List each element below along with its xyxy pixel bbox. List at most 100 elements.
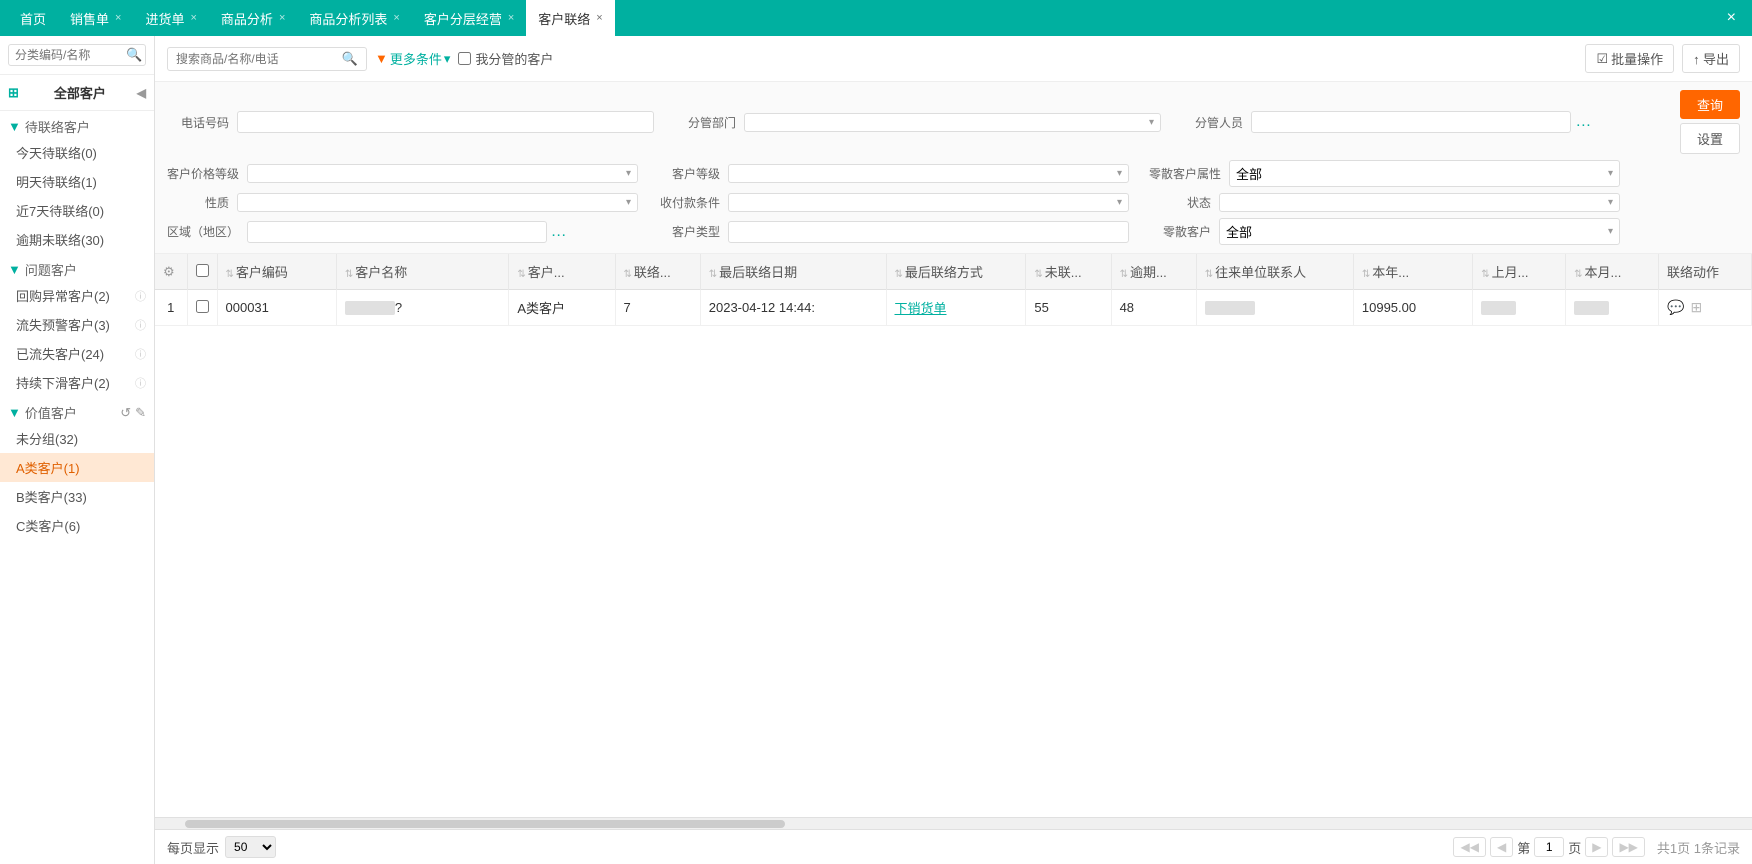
sidebar-collapse-icon[interactable]: ◀ [137, 86, 146, 100]
nav-tab-product-list-close[interactable]: × [393, 12, 399, 24]
nav-tab-sales[interactable]: 销售单 × [58, 0, 133, 36]
batch-operation-btn[interactable]: ☑ 批量操作 [1585, 44, 1674, 73]
table-gear-icon[interactable]: ⚙ [163, 264, 175, 279]
next-page-btn[interactable]: ▶ [1585, 837, 1608, 857]
nav-tab-product-list[interactable]: 商品分析列表 × [297, 0, 411, 36]
customer-type-input[interactable] [728, 221, 1129, 243]
sidebar-item-overdue[interactable]: 逾期未联络(30) [0, 225, 154, 254]
nav-tab-purchase[interactable]: 进货单 × [133, 0, 208, 36]
col-contact-count[interactable]: ⇅联络... [615, 254, 700, 290]
col-name[interactable]: ⇅客户名称 [336, 254, 508, 290]
nav-tab-customer-tier[interactable]: 客户分层经营 × [412, 0, 526, 36]
row-code: 000031 [217, 290, 336, 326]
sidebar-item-7days[interactable]: 近7天待联络(0) [0, 196, 154, 225]
status-select[interactable]: ▾ [1219, 193, 1620, 212]
row-checkbox[interactable] [196, 300, 209, 313]
nav-home[interactable]: 首页 [8, 0, 58, 36]
footer-right: ◀◀ ◀ 第 页 ▶ ▶▶ 共1页 1条记录 [1453, 837, 1740, 857]
scattered-attr-select[interactable]: 全部 ▾ [1229, 160, 1620, 187]
sidebar-title[interactable]: 全部客户 [54, 83, 106, 102]
page-number-input[interactable] [1534, 837, 1564, 857]
sidebar-item-abnormal[interactable]: 回购异常客户(2) ⓘ [0, 281, 154, 310]
filter-bar: 🔍 ▼ 更多条件 ▾ 我分管的客户 ☑ 批量操作 [155, 36, 1752, 82]
scattered-attr-label: 零散客户属性 [1149, 165, 1229, 182]
my-customer-checkbox[interactable] [458, 52, 471, 65]
sidebar-item-a-class[interactable]: A类客户(1) [0, 453, 154, 482]
last-page-btn[interactable]: ▶▶ [1612, 837, 1644, 857]
first-page-btn[interactable]: ◀◀ [1453, 837, 1485, 857]
scattered-select[interactable]: 全部 ▾ [1219, 218, 1620, 245]
customer-level-select[interactable]: ▾ [728, 164, 1129, 183]
prev-page-btn[interactable]: ◀ [1490, 837, 1513, 857]
more-filter-btn[interactable]: ▼ 更多条件 ▾ [375, 49, 450, 68]
customer-level-label: 客户等级 [658, 165, 728, 182]
col-customer-type[interactable]: ⇅客户... [509, 254, 615, 290]
nav-tab-product-list-label: 商品分析列表 [309, 9, 387, 28]
nav-tab-purchase-close[interactable]: × [190, 12, 196, 24]
nav-tab-customer-tier-close[interactable]: × [508, 12, 514, 24]
col-code[interactable]: ⇅客户编码 [217, 254, 336, 290]
sidebar-item-b-class[interactable]: B类客户(33) [0, 482, 154, 511]
search-submit-icon[interactable]: 🔍 [342, 51, 358, 67]
scrollbar-thumb[interactable] [185, 820, 785, 828]
adv-field-customer-type: 客户类型 [658, 221, 1129, 243]
region-input[interactable] [247, 221, 547, 243]
person-input[interactable] [1251, 111, 1571, 133]
nav-tab-product-analysis-close[interactable]: × [279, 12, 285, 24]
nature-select[interactable]: ▾ [237, 193, 638, 212]
col-last-contact-method[interactable]: ⇅最后联络方式 [886, 254, 1026, 290]
col-contact-person[interactable]: ⇅往来单位联系人 [1196, 254, 1353, 290]
phone-input[interactable] [237, 111, 654, 133]
nav-tab-customer-contact-close[interactable]: × [596, 12, 602, 24]
search-input[interactable] [176, 52, 342, 66]
dept-select[interactable]: ▾ [744, 113, 1161, 132]
payment-select[interactable]: ▾ [728, 193, 1129, 212]
person-more-icon[interactable]: … [1575, 113, 1591, 131]
sidebar-search-icon[interactable]: 🔍 [126, 47, 142, 63]
export-btn[interactable]: ↑ 导出 [1682, 44, 1740, 73]
horizontal-scrollbar[interactable] [155, 817, 1752, 829]
nav-tab-customer-contact[interactable]: 客户联络 × [526, 0, 614, 36]
adv-filter-panel: 电话号码 分管部门 ▾ 分管人员 … [155, 82, 1752, 254]
settings-btn[interactable]: 设置 [1680, 123, 1740, 154]
select-all-checkbox[interactable] [196, 264, 209, 277]
scattered-attr-value: 全部 [1236, 164, 1262, 183]
page-suffix-label: 页 [1568, 838, 1581, 857]
col-last-contact-date[interactable]: ⇅最后联络日期 [700, 254, 886, 290]
value-edit-icon[interactable]: ✎ [135, 405, 146, 421]
col-this-month[interactable]: ⇅本月... [1566, 254, 1659, 290]
region-more-icon[interactable]: … [551, 223, 567, 241]
col-last-month[interactable]: ⇅上月... [1473, 254, 1566, 290]
sidebar-item-c-class[interactable]: C类客户(6) [0, 511, 154, 540]
chat-icon[interactable]: 💬 [1667, 299, 1684, 316]
page-size-select[interactable]: 50 100 [225, 836, 276, 858]
close-all-button[interactable]: × [1719, 9, 1744, 27]
problem-arrow-icon: ▼ [8, 262, 21, 277]
col-this-year[interactable]: ⇅本年... [1353, 254, 1472, 290]
col-uncontacted[interactable]: ⇅未联... [1026, 254, 1111, 290]
tomorrow-label: 明天待联络(1) [16, 172, 146, 191]
table-container: ⚙ ⇅客户编码 ⇅客户名称 ⇅ [155, 254, 1752, 817]
adv-row-1: 电话号码 分管部门 ▾ 分管人员 … [167, 90, 1740, 154]
phone-label: 电话号码 [167, 114, 237, 131]
sidebar-item-unclassified[interactable]: 未分组(32) [0, 424, 154, 453]
adv-row-2: 客户价格等级 ▾ 客户等级 ▾ 零散客户属性 [167, 160, 1740, 187]
sidebar-item-today[interactable]: 今天待联络(0) [0, 138, 154, 167]
nav-tab-product-analysis[interactable]: 商品分析 × [209, 0, 297, 36]
page-label: 第 [1517, 838, 1530, 857]
nav-tab-sales-close[interactable]: × [115, 12, 121, 24]
payment-arrow-icon: ▾ [1117, 197, 1122, 208]
sidebar-item-declining[interactable]: 持续下滑客户(2) ⓘ [0, 368, 154, 397]
query-btn[interactable]: 查询 [1680, 90, 1740, 119]
col-overdue[interactable]: ⇅逾期... [1111, 254, 1196, 290]
sidebar-item-tomorrow[interactable]: 明天待联络(1) [0, 167, 154, 196]
dept-label: 分管部门 [674, 114, 744, 131]
sidebar-item-lost-warning[interactable]: 流失预警客户(3) ⓘ [0, 310, 154, 339]
grid-action-icon[interactable]: ⊞ [1690, 299, 1702, 316]
value-refresh-icon[interactable]: ↺ [120, 405, 131, 421]
row-last-method[interactable]: 下销货单 [886, 290, 1026, 326]
status-arrow-icon: ▾ [1608, 197, 1613, 208]
sidebar-item-lost[interactable]: 已流失客户(24) ⓘ [0, 339, 154, 368]
price-level-select[interactable]: ▾ [247, 164, 638, 183]
price-level-label: 客户价格等级 [167, 165, 247, 182]
